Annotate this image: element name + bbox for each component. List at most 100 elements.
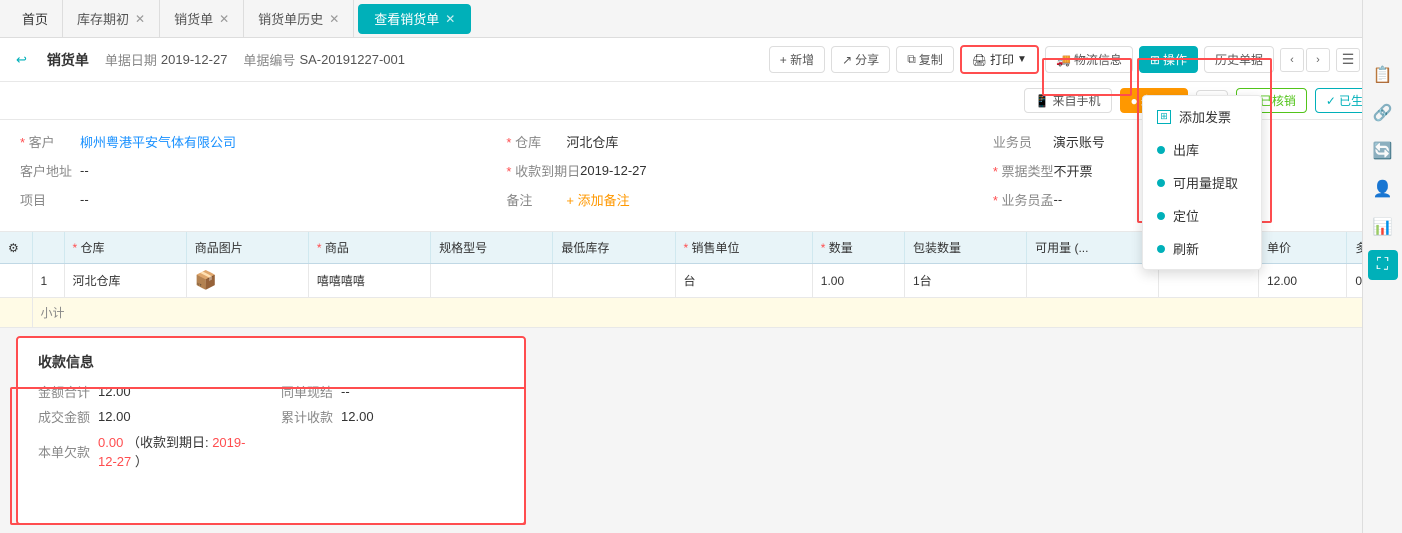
from-phone-button[interactable]: 📱 来自手机 xyxy=(1024,88,1112,113)
payment-box: 收款信息 金额合计 12.00 同单现结 -- 成交金额 12.00 xyxy=(16,336,526,525)
row-num: 1 xyxy=(32,264,64,298)
outbound-label: 出库 xyxy=(1173,140,1199,159)
row-min-stock xyxy=(553,264,675,298)
note-field: 备注 + 添加备注 xyxy=(506,190,992,209)
copy-icon: ⧉ xyxy=(907,52,916,67)
tab-inventory-close[interactable]: ✕ xyxy=(135,12,145,26)
share-label: 分享 xyxy=(855,51,879,68)
prev-button[interactable]: ‹ xyxy=(1280,48,1304,72)
sidebar-icon-expand[interactable]: ⛶ xyxy=(1368,250,1398,280)
project-field: 项目 -- xyxy=(20,190,506,209)
tab-history-label: 销货单历史 xyxy=(258,9,323,28)
locate-label: 定位 xyxy=(1173,206,1199,225)
tab-home[interactable]: 首页 xyxy=(8,0,63,38)
dropdown-locate[interactable]: 定位 xyxy=(1143,199,1261,232)
payment-title: 收款信息 xyxy=(38,352,504,372)
refresh-icon xyxy=(1157,245,1165,253)
row-price: 12.00 xyxy=(1259,264,1347,298)
sidebar-icon-5[interactable]: 📊 xyxy=(1368,212,1398,242)
subtotal-label: 小计 xyxy=(32,298,1402,328)
project-value: -- xyxy=(80,192,89,207)
sidebar-icon-3[interactable]: 🔄 xyxy=(1368,136,1398,166)
history-button[interactable]: 历史单据 xyxy=(1204,46,1274,73)
bottom-area: 收款信息 金额合计 12.00 同单现结 -- 成交金额 12.00 xyxy=(0,328,1402,533)
row-qty: 1.00 xyxy=(812,264,904,298)
col-pack-qty: 包装数量 xyxy=(904,232,1026,264)
row-pack-qty: 1台 xyxy=(904,264,1026,298)
note-label: 备注 xyxy=(506,190,566,209)
logistics-button[interactable]: 🚚 物流信息 xyxy=(1045,46,1133,73)
doc-icon: ↩ xyxy=(16,52,27,68)
sidebar-icon-4[interactable]: 👤 xyxy=(1368,174,1398,204)
col-spec: 规格型号 xyxy=(431,232,553,264)
next-button[interactable]: › xyxy=(1306,48,1330,72)
toolbar: + 新增 ↗ 分享 ⧉ 复制 🖨 打印 ▼ 🚚 物流信息 ⊞ 操作 xyxy=(769,45,1386,74)
col-image: 商品图片 xyxy=(186,232,308,264)
get-available-icon xyxy=(1157,179,1165,187)
project-label: 项目 xyxy=(20,190,80,209)
print-button[interactable]: 🖨 打印 ▼ xyxy=(960,45,1039,74)
logistics-label: 物流信息 xyxy=(1074,51,1122,68)
payment-date-label: 收款到期日 xyxy=(506,161,580,180)
doc-number-field: 单据编号 SA-20191227-001 xyxy=(243,50,405,69)
dropdown-outbound[interactable]: 出库 xyxy=(1143,133,1261,166)
tab-sales-order[interactable]: 销货单 ✕ xyxy=(160,0,244,38)
ops-button[interactable]: ⊞ 操作 xyxy=(1139,46,1198,73)
print-label: 打印 xyxy=(990,51,1014,68)
total-amount-label: 金额合计 xyxy=(38,382,90,401)
total-amount-row: 金额合计 12.00 xyxy=(38,382,261,401)
dropdown-refresh[interactable]: 刷新 xyxy=(1143,232,1261,265)
tab-home-label: 首页 xyxy=(22,9,48,28)
dropdown-add-invoice[interactable]: ⊞ 添加发票 xyxy=(1143,100,1261,133)
ops-icon: ⊞ xyxy=(1150,53,1160,67)
doc-type-label: 销货单 xyxy=(47,50,89,70)
staff2-value: -- xyxy=(1054,192,1063,207)
tab-view-close[interactable]: ✕ xyxy=(445,12,455,26)
customer-field: 客户 柳州粤港平安气体有限公司 xyxy=(20,132,506,151)
list-view-button[interactable]: ☰ xyxy=(1336,48,1360,72)
ticket-type-label: 票据类型 xyxy=(993,161,1054,180)
current-owe-value: 0.00 （收款到期日: 2019-12-27 ） xyxy=(98,432,261,470)
sidebar-icon-2[interactable]: 🔗 xyxy=(1368,98,1398,128)
share-button[interactable]: ↗ 分享 xyxy=(831,46,890,73)
print-dropdown-icon: ▼ xyxy=(1017,54,1027,65)
tab-inventory-label: 库存期初 xyxy=(77,9,129,28)
col-price: 单价 xyxy=(1259,232,1347,264)
ops-label: 操作 xyxy=(1163,51,1187,68)
new-button[interactable]: + 新增 xyxy=(769,46,825,73)
sidebar-icon-1[interactable]: 📋 xyxy=(1368,60,1398,90)
tab-sales-close[interactable]: ✕ xyxy=(219,12,229,26)
copy-label: 复制 xyxy=(919,51,943,68)
doc-date-field: 单据日期 2019-12-27 xyxy=(105,50,228,69)
address-value: -- xyxy=(80,163,89,178)
doc-number-value: SA-20191227-001 xyxy=(299,52,405,67)
total-amount-value: 12.00 xyxy=(98,384,131,399)
address-field: 客户地址 -- xyxy=(20,161,506,180)
share-icon: ↗ xyxy=(842,53,852,67)
tab-view-label: 查看销货单 xyxy=(374,9,439,28)
add-note-button[interactable]: + 添加备注 xyxy=(566,190,629,209)
tab-inventory-init[interactable]: 库存期初 ✕ xyxy=(63,0,160,38)
refresh-label: 刷新 xyxy=(1173,239,1199,258)
tab-view-sales[interactable]: 查看销货单 ✕ xyxy=(358,4,471,34)
row-spec xyxy=(431,264,553,298)
from-phone-label: 来自手机 xyxy=(1053,92,1101,109)
col-min-stock: 最低库存 xyxy=(553,232,675,264)
same-order-row: 同单现结 -- xyxy=(281,382,504,401)
not-opened-icon: ● xyxy=(1131,94,1138,108)
doc-number-label: 单据编号 xyxy=(243,50,295,69)
get-available-label: 可用量提取 xyxy=(1173,173,1238,192)
copy-button[interactable]: ⧉ 复制 xyxy=(896,46,954,73)
ops-dropdown: ⊞ 添加发票 出库 可用量提取 定位 刷新 xyxy=(1142,95,1262,270)
tab-sales-history[interactable]: 销货单历史 ✕ xyxy=(244,0,354,38)
confirmed-label: 已核销 xyxy=(1260,92,1296,109)
tab-bar: 首页 库存期初 ✕ 销货单 ✕ 销货单历史 ✕ 查看销货单 ✕ ✕ xyxy=(0,0,1402,38)
payment-date-value: 2019-12-27 xyxy=(580,163,647,178)
current-owe-label: 本单欠款 xyxy=(38,442,90,461)
dropdown-get-available[interactable]: 可用量提取 xyxy=(1143,166,1261,199)
col-settings[interactable]: ⚙ xyxy=(0,232,32,264)
cumulative-label: 累计收款 xyxy=(281,407,333,426)
row-product: 嘻嘻嘻嘻 xyxy=(308,264,430,298)
same-order-value: -- xyxy=(341,384,350,399)
tab-history-close[interactable]: ✕ xyxy=(329,12,339,26)
